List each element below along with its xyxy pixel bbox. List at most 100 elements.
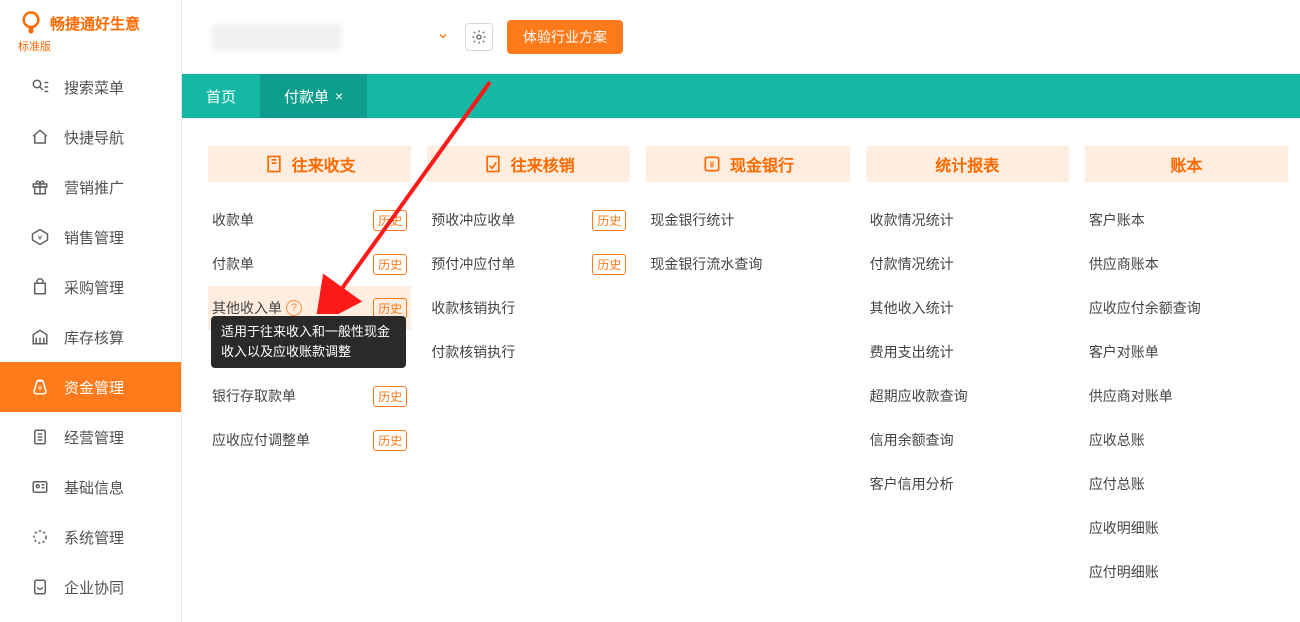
menu-item-pre-pay-offset[interactable]: 预付冲应付单 历史 [427, 242, 630, 286]
settings-button[interactable] [465, 23, 493, 51]
menu-item-payment-stats[interactable]: 付款情况统计 [866, 242, 1069, 286]
menu-item-label: 应付明细账 [1089, 562, 1159, 582]
menu-item-expense-stats[interactable]: 费用支出统计 [866, 330, 1069, 374]
column-header-label: 账本 [1170, 152, 1202, 176]
column-reports: 统计报表 收款情况统计 付款情况统计 其他收入统计 费用支出统计 超期应收款查询… [866, 146, 1069, 594]
sidebar-item-funds[interactable]: ¥ 资金管理 [0, 362, 181, 412]
history-tag[interactable]: 历史 [373, 254, 407, 275]
sidebar-item-marketing[interactable]: 营销推广 [0, 162, 181, 212]
menu-item-customer-credit[interactable]: 客户信用分析 [866, 462, 1069, 506]
tab-label: 首页 [206, 86, 236, 107]
sidebar-item-collab[interactable]: 企业协同 [0, 562, 181, 612]
sidebar-item-basic-info[interactable]: 基础信息 [0, 462, 181, 512]
gear-icon [471, 29, 487, 45]
sidebar-item-label: 经营管理 [64, 427, 124, 448]
sidebar-item-sales[interactable]: ¥ 销售管理 [0, 212, 181, 262]
sidebar-item-inventory[interactable]: 库存核算 [0, 312, 181, 362]
menu-item-cash-bank-stats[interactable]: 现金银行统计 [646, 198, 849, 242]
sidebar-item-label: 采购管理 [64, 277, 124, 298]
menu-item-supplier-statement[interactable]: 供应商对账单 [1085, 374, 1288, 418]
search-list-icon [30, 77, 50, 97]
menu-item-arap-balance[interactable]: 应收应付余额查询 [1085, 286, 1288, 330]
sidebar-item-purchase[interactable]: 采购管理 [0, 262, 181, 312]
history-tag[interactable]: 历史 [373, 430, 407, 451]
menu-item-label: 供应商账本 [1089, 254, 1159, 274]
home-icon [30, 127, 50, 147]
menu-item-ar-detail[interactable]: 应收明细账 [1085, 506, 1288, 550]
menu-item-ap-general[interactable]: 应付总账 [1085, 462, 1288, 506]
menu-item-ar-ap-adjust[interactable]: 应收应付调整单 历史 [208, 418, 411, 462]
brand-edition-tag: 标准版 [18, 38, 181, 54]
menu-item-label: 信用余额查询 [870, 430, 954, 450]
menu-item-bank-transfer[interactable]: 银行存取款单 历史 [208, 374, 411, 418]
sidebar-item-label: 资金管理 [64, 377, 124, 398]
menu-item-label: 超期应收款查询 [870, 386, 968, 406]
tab-strip: 首页 付款单 × [182, 74, 1300, 118]
close-icon[interactable]: × [335, 89, 343, 103]
menu-item-label: 应收明细账 [1089, 518, 1159, 538]
sidebar-item-system[interactable]: 系统管理 [0, 512, 181, 562]
column-header-writeoff: 往来核销 [427, 146, 630, 182]
menu-item-label: 付款核销执行 [431, 342, 515, 362]
menu-item-payment[interactable]: 付款单 历史 [208, 242, 411, 286]
menu-item-label: 预付冲应付单 [431, 254, 515, 274]
menu-item-label: 应付总账 [1089, 474, 1145, 494]
menu-item-overdue-ar[interactable]: 超期应收款查询 [866, 374, 1069, 418]
column-transactions: 往来收支 收款单 历史 付款单 历史 其他收入单 ? 历史 费用支出单 历史 [208, 146, 411, 594]
side-nav: 搜索菜单 快捷导航 营销推广 ¥ 销售管理 采购管理 库存核算 ¥ 资金管理 经… [0, 62, 181, 612]
menu-item-receipt[interactable]: 收款单 历史 [208, 198, 411, 242]
menu-item-label: 应收应付余额查询 [1089, 298, 1201, 318]
tab-home[interactable]: 首页 [182, 74, 260, 118]
tab-payment[interactable]: 付款单 × [260, 74, 367, 118]
menu-item-receive-writeoff-exec[interactable]: 收款核销执行 [427, 286, 630, 330]
menu-item-label: 收款单 [212, 210, 254, 230]
menu-item-cash-bank-flow[interactable]: 现金银行流水查询 [646, 242, 849, 286]
column-cash: ¥ 现金银行 现金银行统计 现金银行流水查询 [646, 146, 849, 594]
brand-name: 畅捷通好生意 [50, 13, 140, 34]
sidebar-item-label: 销售管理 [64, 227, 124, 248]
money-bag-icon: ¥ [30, 377, 50, 397]
menu-item-credit-balance[interactable]: 信用余额查询 [866, 418, 1069, 462]
sidebar-item-search-menu[interactable]: 搜索菜单 [0, 62, 181, 112]
writeoff-icon [483, 154, 503, 174]
column-header-label: 往来收支 [292, 152, 356, 176]
help-icon[interactable]: ? [286, 300, 302, 316]
menu-item-customer-statement[interactable]: 客户对账单 [1085, 330, 1288, 374]
svg-text:¥: ¥ [710, 159, 715, 169]
history-tag[interactable]: 历史 [592, 254, 626, 275]
menu-item-pay-writeoff-exec[interactable]: 付款核销执行 [427, 330, 630, 374]
menu-item-label: 收款核销执行 [431, 298, 515, 318]
sidebar-item-quick-nav[interactable]: 快捷导航 [0, 112, 181, 162]
menu-item-customer-ledger[interactable]: 客户账本 [1085, 198, 1288, 242]
menu-item-label: 其他收入统计 [870, 298, 954, 318]
industry-solution-button[interactable]: 体验行业方案 [507, 20, 623, 54]
column-header-ledger: 账本 [1085, 146, 1288, 182]
menu-item-supplier-ledger[interactable]: 供应商账本 [1085, 242, 1288, 286]
sidebar-item-business[interactable]: 经营管理 [0, 412, 181, 462]
history-tag[interactable]: 历史 [373, 210, 407, 231]
history-tag[interactable]: 历史 [592, 210, 626, 231]
menu-item-receipt-stats[interactable]: 收款情况统计 [866, 198, 1069, 242]
receipt-icon [264, 154, 284, 174]
column-ledger: 账本 客户账本 供应商账本 应收应付余额查询 客户对账单 供应商对账单 应收总账… [1085, 146, 1288, 594]
tab-label: 付款单 [284, 86, 329, 107]
bank-icon: ¥ [702, 154, 722, 174]
history-tag[interactable]: 历史 [373, 386, 407, 407]
warehouse-icon [30, 327, 50, 347]
menu-item-label: 客户信用分析 [870, 474, 954, 494]
menu-item-other-income-stats[interactable]: 其他收入统计 [866, 286, 1069, 330]
column-writeoff: 往来核销 预收冲应收单 历史 预付冲应付单 历史 收款核销执行 付款核销执行 [427, 146, 630, 594]
column-header-label: 统计报表 [935, 152, 999, 176]
menu-item-ap-detail[interactable]: 应付明细账 [1085, 550, 1288, 594]
tooltip: 适用于往来收入和一般性现金收入以及应收账款调整 [211, 316, 406, 368]
menu-item-label: 应收应付调整单 [212, 430, 310, 450]
sidebar: 畅捷通好生意 标准版 搜索菜单 快捷导航 营销推广 ¥ 销售管理 采购管理 库存… [0, 0, 182, 622]
menu-item-ar-general[interactable]: 应收总账 [1085, 418, 1288, 462]
brand-area: 畅捷通好生意 [0, 0, 181, 38]
sidebar-item-label: 基础信息 [64, 477, 124, 498]
menu-item-pre-receive-offset[interactable]: 预收冲应收单 历史 [427, 198, 630, 242]
tenant-dropdown-caret-icon[interactable] [437, 30, 449, 45]
sidebar-item-label: 搜索菜单 [64, 77, 124, 98]
topbar: 体验行业方案 [182, 0, 1300, 74]
gift-icon [30, 177, 50, 197]
